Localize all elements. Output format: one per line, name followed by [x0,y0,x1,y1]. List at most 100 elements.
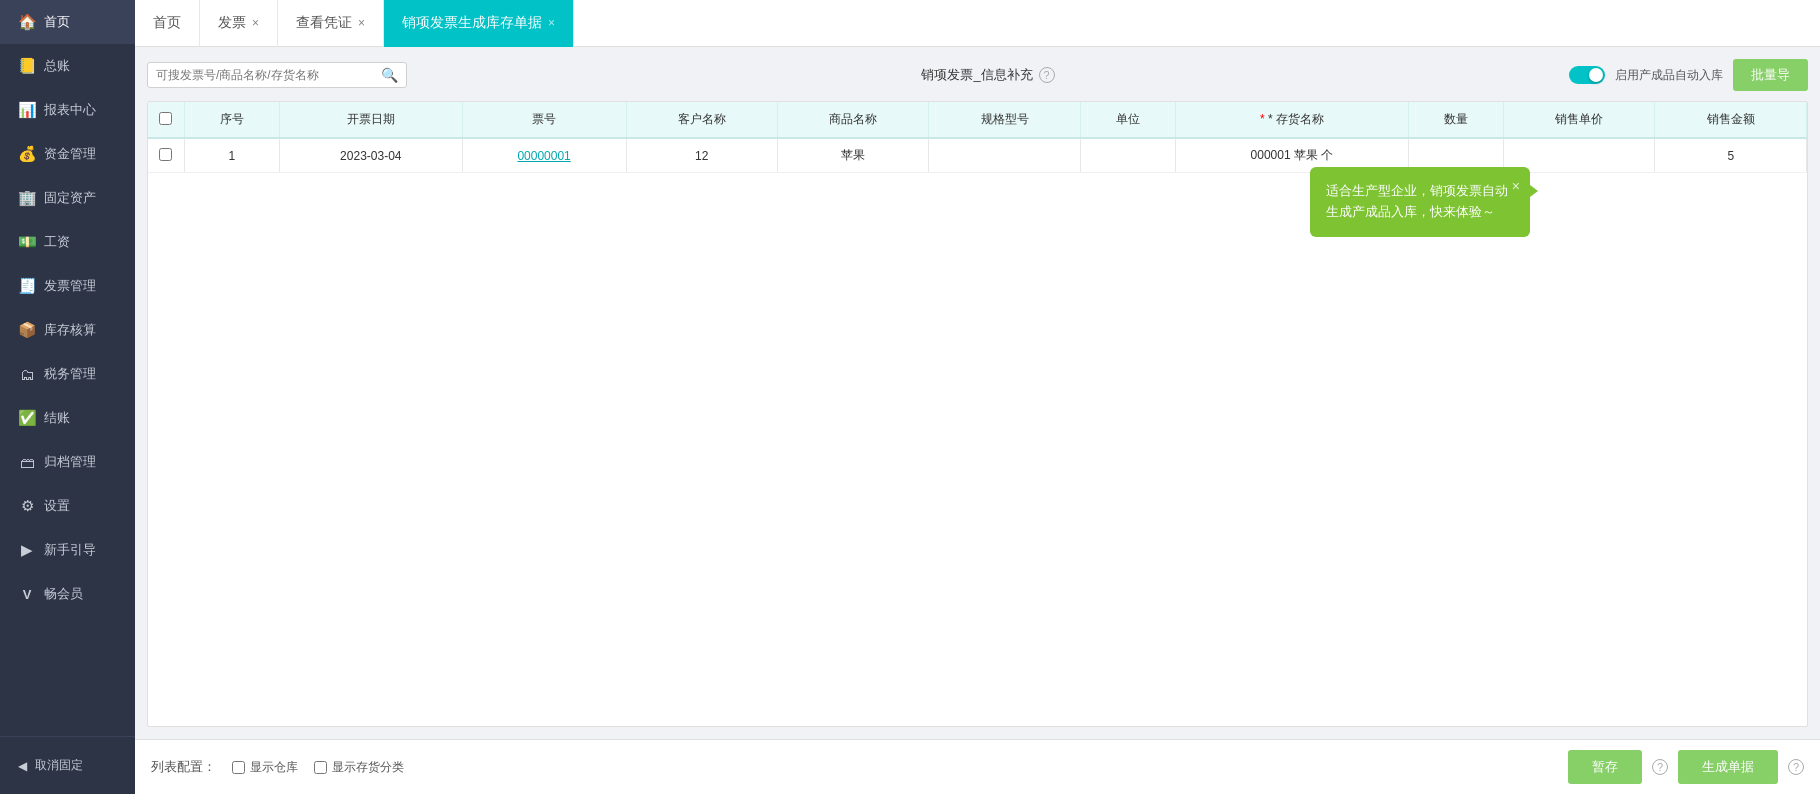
sidebar-item-salary[interactable]: 💵 工资 [0,220,135,264]
sidebar-item-tax[interactable]: 🗂 税务管理 [0,352,135,396]
tab-main[interactable]: 销项发票生成库存单据 × [384,0,574,47]
tab-main-label: 销项发票生成库存单据 [402,14,542,32]
cell-seq: 1 [184,138,280,173]
sidebar-item-assets[interactable]: 🏢 固定资产 [0,176,135,220]
tab-invoice-label: 发票 [218,14,246,32]
pin-icon: ◀ [18,759,27,773]
select-all-checkbox[interactable] [159,112,172,125]
cell-amount: 5 [1655,138,1807,173]
center-help-icon[interactable]: ? [1039,67,1055,83]
generate-button[interactable]: 生成单据 [1678,750,1778,784]
sidebar-item-member-label: 畅会员 [44,585,83,603]
sidebar-item-funds-label: 资金管理 [44,145,96,163]
center-label: 销项发票_信息补充 [921,66,1032,84]
sidebar-item-invoice[interactable]: 🧾 发票管理 [0,264,135,308]
guide-icon: ▶ [18,541,36,559]
sidebar-item-settings[interactable]: ⚙ 设置 [0,484,135,528]
toggle-knob [1589,68,1603,82]
sidebar-item-ledger[interactable]: 📒 总账 [0,44,135,88]
th-spec: 规格型号 [929,102,1080,138]
row-checkbox[interactable] [159,148,172,161]
th-ticket-no: 票号 [462,102,626,138]
member-icon: V [18,587,36,602]
reports-icon: 📊 [18,101,36,119]
tab-voucher[interactable]: 查看凭证 × [278,0,384,47]
th-checkbox [148,102,184,138]
tab-bar: 首页 发票 × 查看凭证 × 销项发票生成库存单据 × [135,0,1820,47]
search-box[interactable]: 🔍 [147,62,407,88]
sidebar: 🏠 首页 📒 总账 📊 报表中心 💰 资金管理 🏢 固定资产 💵 工资 🧾 发票… [0,0,135,794]
show-warehouse-label[interactable]: 显示仓库 [232,759,298,776]
cell-product: 苹果 [777,138,928,173]
cell-ticket-no: 00000001 [462,138,626,173]
page-content: 🔍 销项发票_信息补充 ? 启用产成品自动入库 批量导 [135,47,1820,739]
funds-icon: 💰 [18,145,36,163]
sidebar-item-reports-label: 报表中心 [44,101,96,119]
sidebar-item-member[interactable]: V 畅会员 [0,572,135,616]
sidebar-pin-button[interactable]: ◀ 取消固定 [0,747,135,784]
data-table-container: 序号 开票日期 票号 客户名称 商品名称 规格型号 单位 * * 存货名称 数量… [147,101,1808,727]
th-qty: 数量 [1408,102,1504,138]
ticket-no-link[interactable]: 00000001 [517,149,570,163]
sidebar-item-assets-label: 固定资产 [44,189,96,207]
th-price: 销售单价 [1504,102,1655,138]
save-help-icon[interactable]: ? [1652,759,1668,775]
home-icon: 🏠 [18,13,36,31]
save-button[interactable]: 暂存 [1568,750,1642,784]
th-date: 开票日期 [280,102,463,138]
close-accounts-icon: ✅ [18,409,36,427]
settings-icon: ⚙ [18,497,36,515]
sidebar-item-archive[interactable]: 🗃 归档管理 [0,440,135,484]
toggle-label: 启用产成品自动入库 [1615,67,1723,84]
toolbar-right: 启用产成品自动入库 批量导 [1569,59,1808,91]
sidebar-item-funds[interactable]: 💰 资金管理 [0,132,135,176]
tab-invoice[interactable]: 发票 × [200,0,278,47]
show-category-checkbox[interactable] [314,761,327,774]
bottom-bar: 列表配置： 显示仓库 显示存货分类 暂存 ? 生成单据 ? [135,739,1820,794]
sidebar-item-salary-label: 工资 [44,233,70,251]
invoice-icon: 🧾 [18,277,36,295]
table-row: 1 2023-03-04 00000001 12 苹果 000001 苹果 个 … [148,138,1807,173]
cell-customer: 12 [626,138,777,173]
tab-invoice-close[interactable]: × [252,16,259,30]
toolbar-center: 销项发票_信息补充 ? [417,66,1559,84]
sidebar-item-home-label: 首页 [44,13,70,31]
tab-home-label: 首页 [153,14,181,32]
sidebar-item-home[interactable]: 🏠 首页 [0,0,135,44]
auto-warehouse-toggle[interactable] [1569,66,1605,84]
tab-voucher-close[interactable]: × [358,16,365,30]
show-category-label[interactable]: 显示存货分类 [314,759,404,776]
show-warehouse-text: 显示仓库 [250,759,298,776]
sidebar-item-archive-label: 归档管理 [44,453,96,471]
generate-help-icon[interactable]: ? [1788,759,1804,775]
sidebar-item-inventory[interactable]: 📦 库存核算 [0,308,135,352]
batch-import-button[interactable]: 批量导 [1733,59,1808,91]
popover-tooltip: × 适合生产型企业，销项发票自动生成产成品入库，快来体验～ [1310,167,1530,237]
sidebar-item-guide[interactable]: ▶ 新手引导 [0,528,135,572]
sidebar-item-reports[interactable]: 📊 报表中心 [0,88,135,132]
sidebar-item-inventory-label: 库存核算 [44,321,96,339]
popover-close-button[interactable]: × [1512,175,1520,197]
th-amount: 销售金额 [1655,102,1807,138]
th-product: 商品名称 [777,102,928,138]
show-warehouse-checkbox[interactable] [232,761,245,774]
archive-icon: 🗃 [18,454,36,471]
assets-icon: 🏢 [18,189,36,207]
sidebar-item-close[interactable]: ✅ 结账 [0,396,135,440]
show-category-text: 显示存货分类 [332,759,404,776]
cell-unit [1080,138,1176,173]
th-unit: 单位 [1080,102,1176,138]
main-area: 首页 发票 × 查看凭证 × 销项发票生成库存单据 × 🔍 销项发票_信息补充 … [135,0,1820,794]
sidebar-item-close-label: 结账 [44,409,70,427]
data-table: 序号 开票日期 票号 客户名称 商品名称 规格型号 单位 * * 存货名称 数量… [148,102,1807,173]
cell-spec [929,138,1080,173]
tab-main-close[interactable]: × [548,16,555,30]
tab-voucher-label: 查看凭证 [296,14,352,32]
tab-home[interactable]: 首页 [135,0,200,47]
cell-date: 2023-03-04 [280,138,463,173]
sidebar-item-tax-label: 税务管理 [44,365,96,383]
inventory-icon: 📦 [18,321,36,339]
popover-text: 适合生产型企业，销项发票自动生成产成品入库，快来体验～ [1326,183,1508,219]
search-input[interactable] [156,68,375,82]
tax-icon: 🗂 [18,366,36,383]
